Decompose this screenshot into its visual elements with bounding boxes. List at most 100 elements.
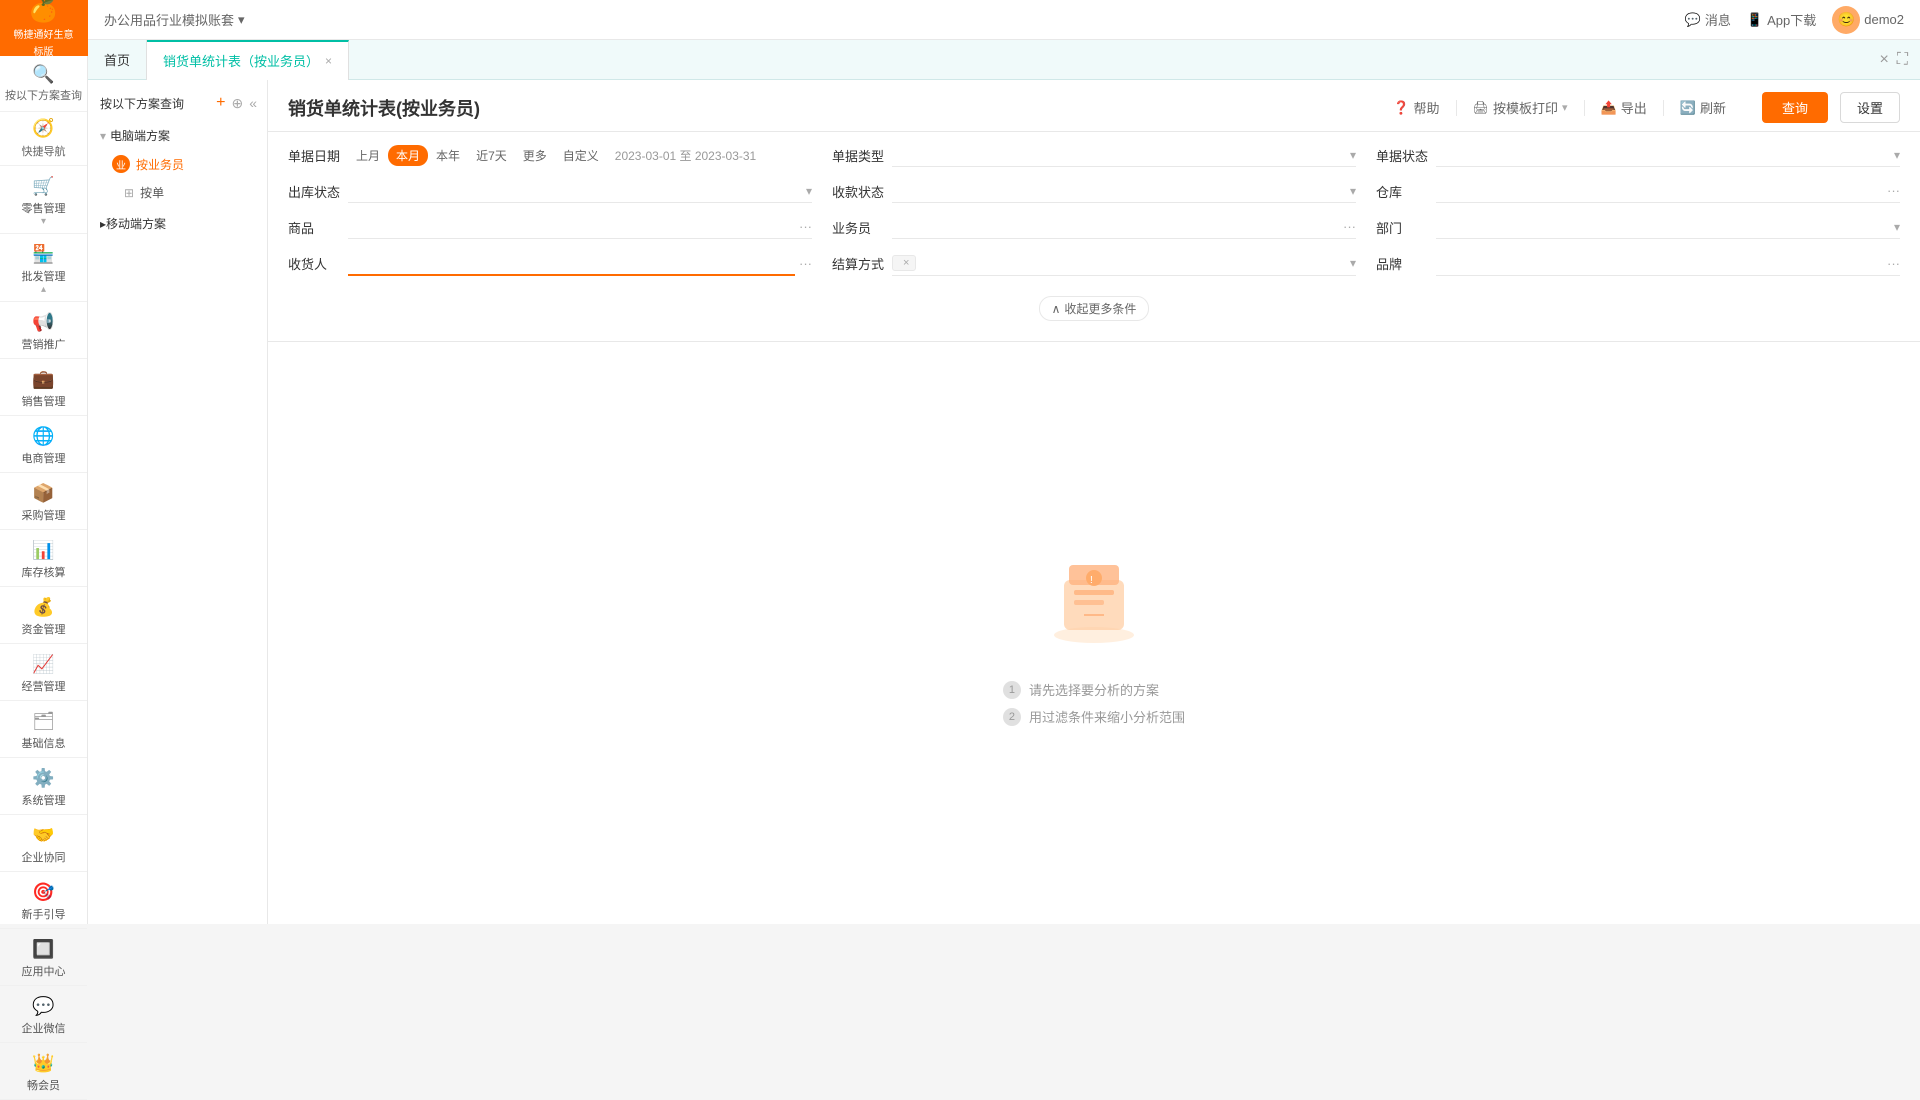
- search-icon: 🔍: [32, 64, 54, 85]
- collapse-button[interactable]: ∧ 收起更多条件: [1039, 296, 1150, 321]
- tab-actions: × ⛶: [1879, 51, 1920, 69]
- user-name: demo2: [1864, 12, 1904, 27]
- query-button[interactable]: 查询: [1762, 92, 1828, 123]
- main-content: 办公用品行业模拟账套 ▾ 💬 消息 📱 App下载 😊 demo2 首页: [88, 0, 1920, 924]
- window-close-icon[interactable]: ×: [1879, 51, 1888, 69]
- receiver-dots-icon[interactable]: ···: [799, 256, 812, 271]
- retail-arrow: ▾: [41, 216, 46, 227]
- date-tab-this-month[interactable]: 本月: [388, 145, 428, 166]
- right-panel: 销货单统计表(按业务员) ❓ 帮助 🖨 按模板打印 ▾ 📤: [268, 80, 1920, 924]
- date-tab-last-month[interactable]: 上月: [348, 145, 388, 166]
- filter-row-1: 单据日期 上月 本月 本年 近7天 更多 自定义 2023-03-01 至 20…: [288, 144, 1900, 167]
- filter-date: 单据日期 上月 本月 本年 近7天 更多 自定义 2023-03-01 至 20…: [288, 145, 812, 166]
- sidebar-item-purchase[interactable]: 📦 采购管理: [0, 473, 87, 530]
- receiver-input[interactable]: [348, 251, 795, 276]
- page-title-bar: 销货单统计表(按业务员) ❓ 帮助 🖨 按模板打印 ▾ 📤: [268, 80, 1920, 132]
- out-status-select[interactable]: ▾: [348, 180, 812, 203]
- collapse-panel-icon[interactable]: «: [249, 95, 257, 111]
- salesperson-scheme-icon: 业: [112, 155, 130, 173]
- user-menu[interactable]: 😊 demo2: [1832, 6, 1904, 34]
- sidebar-item-ecommerce[interactable]: 🌐 电商管理: [0, 416, 87, 473]
- copy-scheme-icon[interactable]: ⊕: [231, 95, 243, 112]
- sidebar-item-newbie[interactable]: 🎯 新手引导: [0, 872, 87, 929]
- brand-select[interactable]: ···: [1436, 252, 1900, 276]
- date-tab-more[interactable]: 更多: [515, 145, 555, 166]
- tab-sales-stat[interactable]: 销货单统计表（按业务员） ×: [147, 40, 349, 80]
- messages-button[interactable]: 💬 消息: [1685, 10, 1731, 29]
- doc-status-label: 单据状态: [1376, 146, 1428, 165]
- goods-select[interactable]: ···: [348, 215, 812, 239]
- sidebar-item-wholesale[interactable]: 🏪 批发管理 ▴: [0, 234, 87, 302]
- sidebar-item-inventory[interactable]: 📊 库存核算: [0, 530, 87, 587]
- refresh-label: 刷新: [1700, 98, 1726, 117]
- mobile-icon: 📱: [1747, 12, 1763, 28]
- suite-selector[interactable]: 办公用品行业模拟账套 ▾: [104, 10, 245, 29]
- tab-home[interactable]: 首页: [88, 40, 147, 80]
- ecommerce-label: 电商管理: [22, 450, 66, 466]
- scheme-salesperson[interactable]: 业 按业务员: [88, 149, 267, 179]
- warehouse-dots-icon[interactable]: ···: [1887, 183, 1900, 198]
- retail-label: 零售管理: [22, 200, 66, 216]
- payment-select[interactable]: × ▾: [892, 251, 1356, 276]
- sidebar-item-system[interactable]: ⚙️ 系统管理: [0, 758, 87, 815]
- sidebar-item-marketing[interactable]: 📢 营销推广: [0, 302, 87, 359]
- payment-tag-close-icon[interactable]: ×: [903, 257, 909, 269]
- sidebar-item-basic[interactable]: 🗂 基础信息: [0, 701, 87, 758]
- date-tab-this-year[interactable]: 本年: [428, 145, 468, 166]
- export-button[interactable]: 📤 导出: [1601, 98, 1647, 117]
- empty-tips: 1 请先选择要分析的方案 2 用过滤条件来缩小分析范围: [1003, 680, 1185, 726]
- refresh-button[interactable]: 🔄 刷新: [1680, 98, 1726, 117]
- department-arrow-icon: ▾: [1894, 220, 1900, 234]
- sidebar-item-finance[interactable]: 💰 资金管理: [0, 587, 87, 644]
- help-button[interactable]: ❓ 帮助: [1393, 98, 1439, 117]
- app-download-button[interactable]: 📱 App下载: [1747, 10, 1816, 29]
- date-tab-7days[interactable]: 近7天: [468, 145, 515, 166]
- home-tab-label: 首页: [104, 50, 130, 69]
- search-label[interactable]: 按以下方案查询: [5, 89, 82, 103]
- pc-group-header[interactable]: ▾ 电脑端方案: [88, 122, 267, 149]
- doc-type-select[interactable]: ▾: [892, 144, 1356, 167]
- filter-salesperson: 业务员 ···: [812, 215, 1356, 239]
- tab-close-icon[interactable]: ×: [325, 54, 332, 68]
- empty-illustration: !: [1034, 540, 1154, 660]
- sidebar-search-section: 🔍 按以下方案查询: [0, 56, 87, 112]
- department-select[interactable]: ▾: [1436, 216, 1900, 239]
- goods-dots-icon[interactable]: ···: [799, 219, 812, 234]
- warehouse-select[interactable]: ···: [1436, 179, 1900, 203]
- tip-text-1: 请先选择要分析的方案: [1029, 680, 1159, 699]
- salesperson-dots-icon[interactable]: ···: [1343, 219, 1356, 234]
- sidebar-item-sales[interactable]: 💼 销售管理: [0, 359, 87, 416]
- mobile-scheme-group: ▸ 移动端方案: [88, 210, 267, 237]
- window-maximize-icon[interactable]: ⛶: [1897, 51, 1908, 69]
- help-label: 帮助: [1413, 98, 1439, 117]
- doc-status-arrow-icon: ▾: [1894, 148, 1900, 162]
- quick-nav-label[interactable]: 快捷导航: [22, 143, 66, 159]
- app-logo[interactable]: 🍊 畅捷通好生意 标版: [0, 0, 88, 56]
- page-body: 按以下方案查询 + ⊕ « ▾ 电脑端方案 业 按业务员 ⊞ 按单: [88, 80, 1920, 924]
- settings-button[interactable]: 设置: [1840, 92, 1900, 123]
- recv-status-select[interactable]: ▾: [892, 180, 1356, 203]
- payment-label: 结算方式: [832, 254, 884, 273]
- sidebar-item-member[interactable]: 👑 畅会员: [0, 1043, 87, 1100]
- filter-payment: 结算方式 × ▾: [812, 251, 1356, 276]
- brand-dots-icon[interactable]: ···: [1887, 256, 1900, 271]
- sidebar-item-apps[interactable]: 🔲 应用中心: [0, 929, 87, 986]
- print-label: 按模板打印: [1493, 98, 1558, 117]
- sidebar-item-operations[interactable]: 📈 经营管理: [0, 644, 87, 701]
- page-title: 销货单统计表(按业务员): [288, 95, 480, 121]
- empty-state: ! 1 请先选择要分析的方案 2 用过滤条件来缩小分析范围: [268, 342, 1920, 924]
- sidebar-item-enterprise[interactable]: 🤝 企业协同: [0, 815, 87, 872]
- add-scheme-icon[interactable]: +: [216, 94, 225, 112]
- sidebar-item-wechat[interactable]: 💬 企业微信: [0, 986, 87, 1043]
- scheme-by-order[interactable]: ⊞ 按单: [88, 179, 267, 206]
- salesperson-select[interactable]: ···: [892, 215, 1356, 239]
- date-tab-custom[interactable]: 自定义: [555, 145, 607, 166]
- operations-label: 经营管理: [22, 678, 66, 694]
- apps-label: 应用中心: [22, 963, 66, 979]
- sidebar-item-retail[interactable]: 🛒 零售管理 ▾: [0, 166, 87, 234]
- print-button[interactable]: 🖨 按模板打印 ▾: [1473, 98, 1568, 117]
- mobile-group-header[interactable]: ▸ 移动端方案: [88, 210, 267, 237]
- date-range-text: 2023-03-01 至 2023-03-31: [615, 147, 756, 164]
- order-scheme-icon: ⊞: [124, 186, 134, 200]
- doc-status-select[interactable]: ▾: [1436, 144, 1900, 167]
